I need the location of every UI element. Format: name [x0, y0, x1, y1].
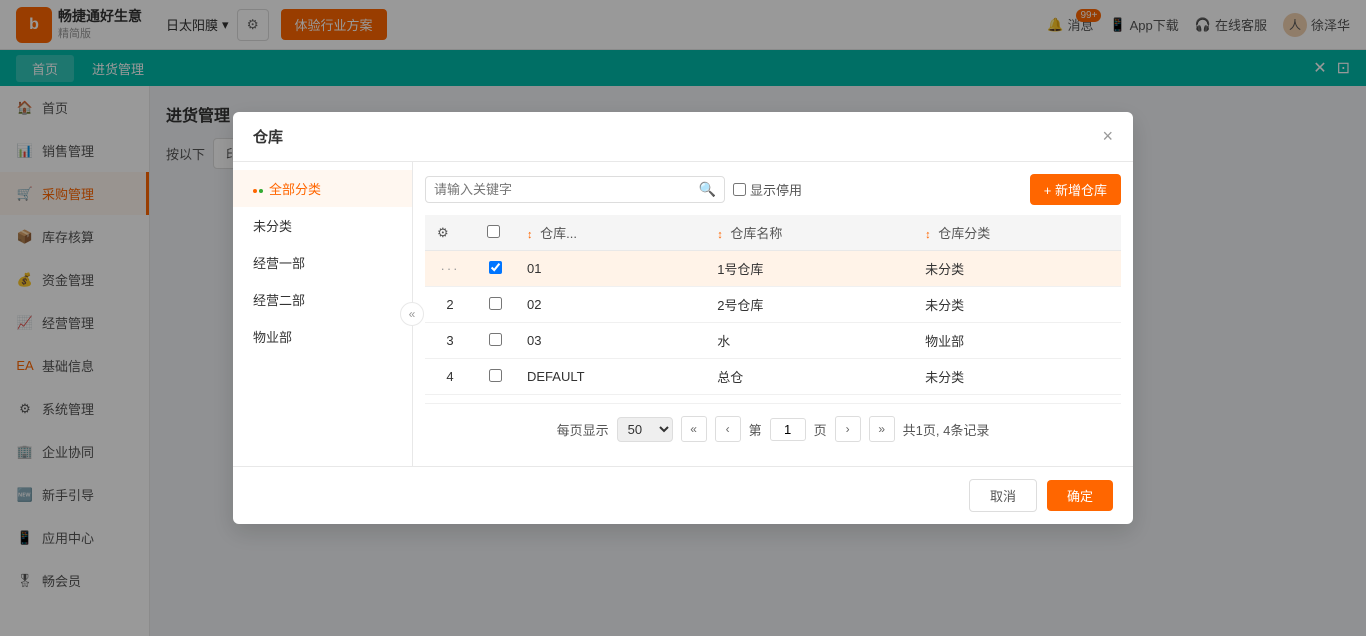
modal-overlay: 仓库 × 全部分类 未分类 [0, 0, 1366, 636]
search-icon[interactable]: 🔍 [699, 181, 716, 198]
row-checkbox[interactable] [489, 297, 502, 310]
next-page-button[interactable]: › [835, 416, 861, 442]
table-row: 4 DEFAULT 总仓 未分类 [425, 359, 1121, 395]
show-disabled-text: 显示停用 [750, 180, 802, 199]
pagination-row: 每页显示 50 10 20 100 « ‹ 第 页 › » 共1页, 4条记录 [425, 403, 1121, 454]
row-code: DEFAULT [515, 359, 705, 395]
category-sidebar: 全部分类 未分类 经营一部 经营二部 物业部 « [233, 162, 413, 466]
category-all[interactable]: 全部分类 [233, 170, 412, 207]
row-dots[interactable]: ··· [441, 261, 460, 276]
table-body: ··· 01 1号仓库 未分类 2 02 2号仓库 未分类 3 03 水 物业部… [425, 251, 1121, 395]
modal-title: 仓库 [253, 126, 283, 147]
table-header-check [475, 215, 515, 251]
table-row: ··· 01 1号仓库 未分类 [425, 251, 1121, 287]
row-category: 未分类 [913, 287, 1121, 323]
row-category: 物业部 [913, 323, 1121, 359]
modal-header: 仓库 × [233, 112, 1133, 162]
show-disabled-checkbox[interactable] [733, 183, 746, 196]
row-name: 总仓 [705, 359, 913, 395]
category-property-label: 物业部 [253, 327, 292, 346]
add-warehouse-button[interactable]: + 新增仓库 [1030, 174, 1121, 205]
row-code: 01 [515, 251, 705, 287]
category-unclassified-label: 未分类 [253, 216, 292, 235]
table-row: 3 03 水 物业部 [425, 323, 1121, 359]
first-page-button[interactable]: « [681, 416, 707, 442]
modal-footer: 取消 确定 [233, 466, 1133, 524]
modal-close-button[interactable]: × [1102, 126, 1113, 147]
page-input[interactable] [770, 418, 806, 441]
sort-icon-code: ↕ [527, 229, 533, 241]
search-input[interactable] [434, 182, 695, 197]
table-header-name: ↕ 仓库名称 [705, 215, 913, 251]
row-checkbox-cell [475, 359, 515, 395]
warehouse-table: ⚙ ↕ 仓库... ↕ [425, 215, 1121, 395]
row-index: 4 [425, 359, 475, 395]
confirm-button[interactable]: 确定 [1047, 480, 1113, 511]
table-header-gear: ⚙ [425, 215, 475, 251]
total-info: 共1页, 4条记录 [903, 420, 990, 439]
row-code: 03 [515, 323, 705, 359]
table-header: ⚙ ↕ 仓库... ↕ [425, 215, 1121, 251]
cancel-button[interactable]: 取消 [969, 479, 1037, 512]
table-area: 🔍 显示停用 + 新增仓库 ⚙ [413, 162, 1133, 466]
row-index: 2 [425, 287, 475, 323]
page-label: 第 [749, 420, 762, 439]
row-checkbox[interactable] [489, 261, 502, 274]
prev-page-button[interactable]: ‹ [715, 416, 741, 442]
sort-icon-name: ↕ [717, 229, 723, 241]
row-category: 未分类 [913, 359, 1121, 395]
row-code: 02 [515, 287, 705, 323]
per-page-label: 每页显示 [557, 420, 609, 439]
row-index: 3 [425, 323, 475, 359]
sort-icon-category: ↕ [925, 229, 931, 241]
show-disabled-label[interactable]: 显示停用 [733, 180, 802, 199]
row-name: 1号仓库 [705, 251, 913, 287]
category-operations2[interactable]: 经营二部 [233, 281, 412, 318]
gear-icon: ⚙ [437, 225, 449, 240]
category-all-label: 全部分类 [269, 179, 321, 198]
category-operations1-label: 经营一部 [253, 253, 305, 272]
row-checkbox-cell [475, 287, 515, 323]
search-box: 🔍 [425, 176, 725, 203]
row-name: 2号仓库 [705, 287, 913, 323]
row-name: 水 [705, 323, 913, 359]
table-toolbar: 🔍 显示停用 + 新增仓库 [425, 174, 1121, 205]
category-collapse-button[interactable]: « [400, 302, 424, 326]
table-container: ⚙ ↕ 仓库... ↕ [425, 215, 1121, 395]
category-operations1[interactable]: 经营一部 [233, 244, 412, 281]
all-category-dots [253, 181, 263, 196]
table-row: 2 02 2号仓库 未分类 [425, 287, 1121, 323]
category-property[interactable]: 物业部 [233, 318, 412, 355]
select-all-checkbox[interactable] [487, 225, 500, 238]
category-operations2-label: 经营二部 [253, 290, 305, 309]
modal-body: 全部分类 未分类 经营一部 经营二部 物业部 « [233, 162, 1133, 466]
last-page-button[interactable]: » [869, 416, 895, 442]
row-checkbox[interactable] [489, 369, 502, 382]
row-index: ··· [425, 251, 475, 287]
category-unclassified[interactable]: 未分类 [233, 207, 412, 244]
row-checkbox-cell [475, 251, 515, 287]
row-checkbox-cell [475, 323, 515, 359]
table-header-category: ↕ 仓库分类 [913, 215, 1121, 251]
page-suffix: 页 [814, 420, 827, 439]
per-page-select[interactable]: 50 10 20 100 [617, 417, 673, 442]
warehouse-modal: 仓库 × 全部分类 未分类 [233, 112, 1133, 524]
row-checkbox[interactable] [489, 333, 502, 346]
row-category: 未分类 [913, 251, 1121, 287]
table-header-code: ↕ 仓库... [515, 215, 705, 251]
